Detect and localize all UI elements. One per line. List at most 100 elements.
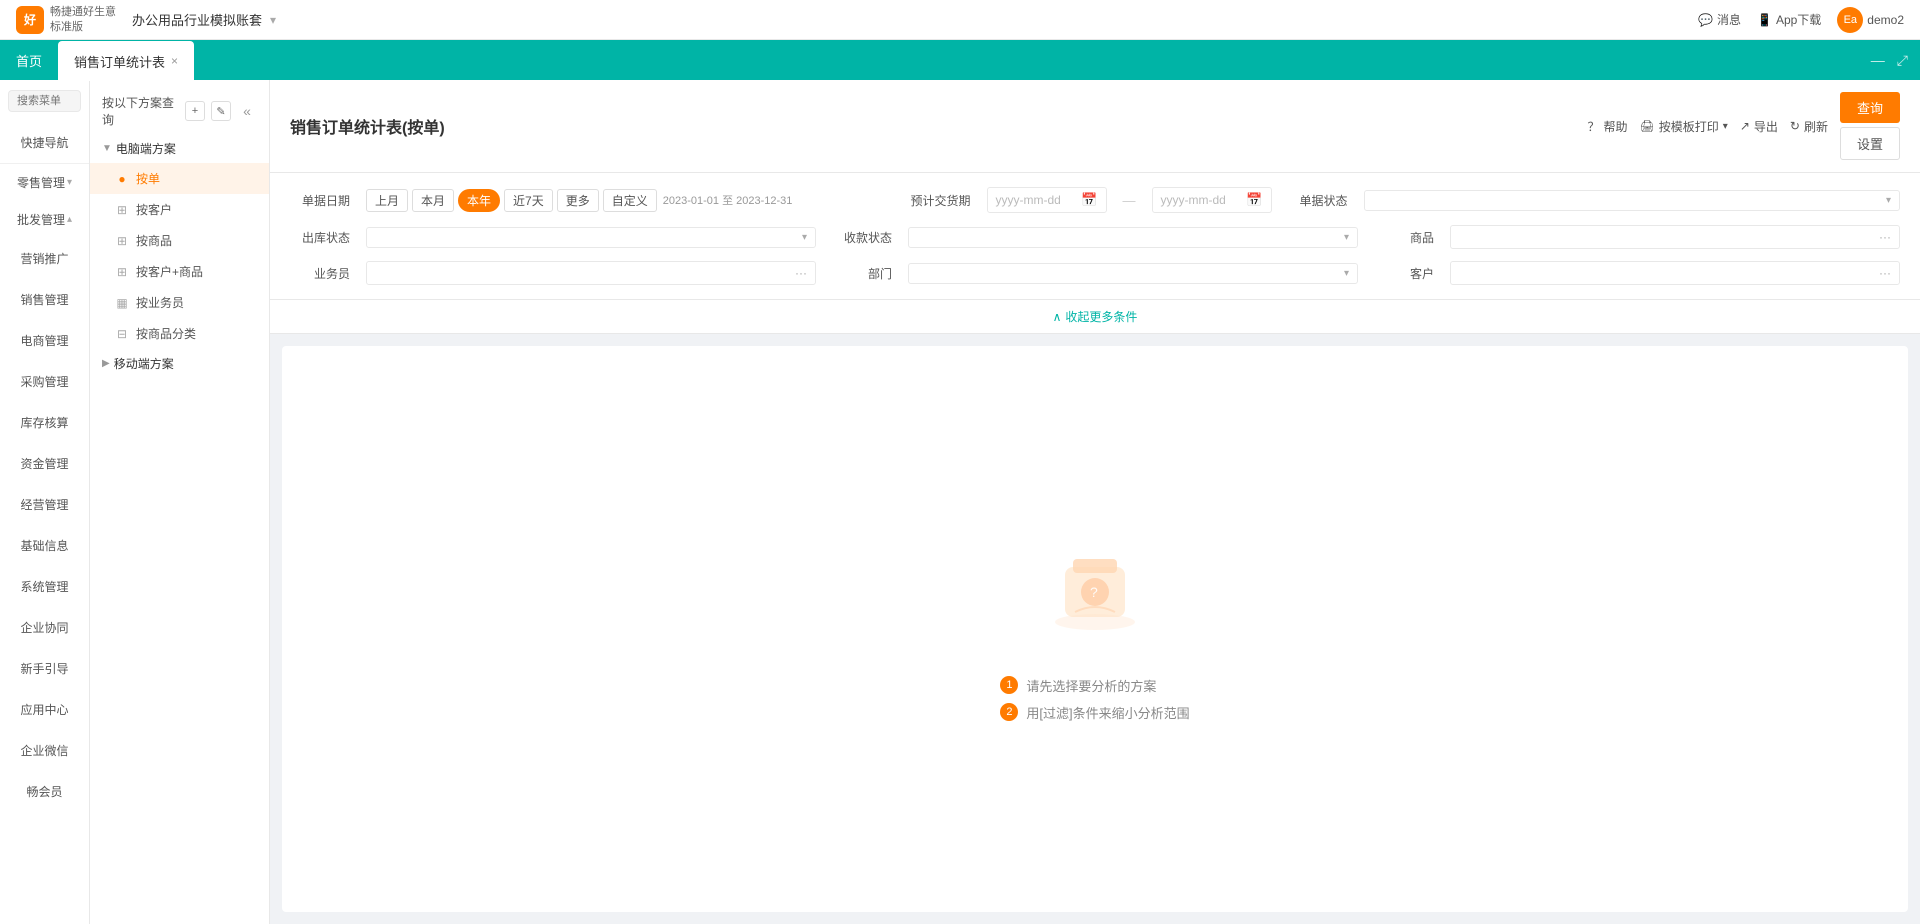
logo-text: 畅捷通好生意 标准版 bbox=[50, 5, 116, 34]
refresh-icon: ↻ bbox=[1790, 119, 1800, 133]
main-layout: 快捷导航 零售管理 ▾ 批发管理 ▴ 营销推广 销售管理 电商管理 采购管理 库… bbox=[0, 80, 1920, 924]
export-button[interactable]: ↗ 导出 bbox=[1740, 118, 1778, 135]
empty-illustration: ? bbox=[1035, 537, 1155, 656]
help-button[interactable]: ？ 帮助 bbox=[1588, 118, 1628, 135]
filter-row-3: 业务员 ··· 部门 ▾ 客户 ··· bbox=[290, 261, 1900, 285]
collapse-arrow-icon: ∧ bbox=[1053, 310, 1062, 324]
template-print-button[interactable]: 🖨 按模板打印 ▾ bbox=[1640, 118, 1728, 135]
goods-more-icon[interactable]: ··· bbox=[1879, 230, 1891, 244]
mobile-scheme-section: ▶ 移动端方案 bbox=[90, 349, 269, 378]
scheme-by-order[interactable]: ● 按单 bbox=[90, 163, 269, 194]
salesman-more-icon[interactable]: ··· bbox=[795, 266, 807, 280]
refresh-button[interactable]: ↻ 刷新 bbox=[1790, 118, 1828, 135]
predicted-date-to[interactable]: yyyy-mm-dd 📅 bbox=[1152, 187, 1272, 213]
by-goods-icon: ⊞ bbox=[114, 233, 130, 249]
tab-window-actions: — ⤢ bbox=[1859, 52, 1920, 69]
hint-num-2: 2 bbox=[1000, 703, 1018, 721]
tab-sales-report[interactable]: 销售订单统计表 × bbox=[58, 41, 194, 81]
date-btn-this-month[interactable]: 本月 bbox=[412, 189, 454, 212]
date-btn-custom[interactable]: 自定义 bbox=[603, 189, 657, 212]
delivery-dropdown-icon: ▾ bbox=[802, 232, 807, 243]
goods-label: 商品 bbox=[1374, 229, 1434, 246]
export-icon: ↗ bbox=[1740, 119, 1750, 133]
pc-section-arrow: ▼ bbox=[102, 143, 112, 154]
empty-hint-2: 2 用[过滤]条件来缩小分析范围 bbox=[1000, 703, 1189, 722]
panel-header-icons: + ✎ « bbox=[185, 101, 257, 121]
tab-minimize-icon[interactable]: — bbox=[1871, 52, 1885, 68]
collapse-bar[interactable]: ∧ 收起更多条件 bbox=[270, 300, 1920, 334]
svg-text:?: ? bbox=[1090, 584, 1098, 600]
tab-maximize-icon[interactable]: ⤢ bbox=[1897, 52, 1908, 69]
sidebar-search bbox=[0, 80, 89, 122]
department-select[interactable]: ▾ bbox=[908, 263, 1358, 284]
customer-more-icon[interactable]: ··· bbox=[1879, 266, 1891, 280]
customer-select[interactable]: ··· bbox=[1450, 261, 1900, 285]
pc-section-label: 电脑端方案 bbox=[116, 140, 176, 157]
tab-home[interactable]: 首页 bbox=[0, 40, 58, 80]
message-button[interactable]: 💬 消息 bbox=[1698, 11, 1741, 28]
collapse-panel-button[interactable]: « bbox=[237, 101, 257, 121]
delivery-status-select[interactable]: ▾ bbox=[366, 227, 816, 248]
app-download-button[interactable]: 📱 App下载 bbox=[1757, 11, 1821, 28]
sidebar-item-basic[interactable]: 基础信息 bbox=[0, 525, 89, 566]
print-icon: 🖨 bbox=[1640, 119, 1655, 133]
scheme-by-customer[interactable]: ⊞ 按客户 bbox=[90, 194, 269, 225]
department-label: 部门 bbox=[832, 265, 892, 282]
sidebar-item-inventory[interactable]: 库存核算 bbox=[0, 402, 89, 443]
scheme-by-salesman[interactable]: ▦ 按业务员 bbox=[90, 287, 269, 318]
sidebar-item-quick-nav[interactable]: 快捷导航 bbox=[0, 122, 89, 163]
date-btn-last-7-days[interactable]: 近7天 bbox=[504, 189, 553, 212]
left-panel: 按以下方案查询 + ✎ « ▼ 电脑端方案 ● 按单 ⊞ 按客户 ⊞ 按商品 bbox=[90, 80, 270, 924]
header-dropdown-icon[interactable]: ▾ bbox=[270, 13, 276, 27]
sidebar-item-enterprise[interactable]: 企业协同 bbox=[0, 607, 89, 648]
date-btn-this-year[interactable]: 本年 bbox=[458, 189, 500, 212]
edit-scheme-button[interactable]: ✎ bbox=[211, 101, 231, 121]
sidebar-item-sales[interactable]: 销售管理 bbox=[0, 279, 89, 320]
help-icon: ？ bbox=[1588, 118, 1600, 135]
empty-state: ? 1 请先选择要分析的方案 2 用[过滤]条件来缩小分析范围 bbox=[282, 346, 1908, 912]
sidebar-item-apps[interactable]: 应用中心 bbox=[0, 689, 89, 730]
top-bar: 好 畅捷通好生意 标准版 办公用品行业模拟账套 ▾ 💬 消息 📱 App下载 E… bbox=[0, 0, 1920, 40]
salesman-select[interactable]: ··· bbox=[366, 261, 816, 285]
add-scheme-button[interactable]: + bbox=[185, 101, 205, 121]
panel-title: 按以下方案查询 bbox=[102, 94, 185, 128]
goods-select[interactable]: ··· bbox=[1450, 225, 1900, 249]
bill-status-label: 单据状态 bbox=[1288, 192, 1348, 209]
sidebar-item-wholesale[interactable]: 批发管理 ▴ bbox=[0, 201, 89, 238]
sidebar-item-operation[interactable]: 经营管理 bbox=[0, 484, 89, 525]
sidebar-item-retail[interactable]: 零售管理 ▾ bbox=[0, 164, 89, 201]
settings-button[interactable]: 设置 bbox=[1840, 127, 1900, 160]
pc-scheme-header[interactable]: ▼ 电脑端方案 bbox=[90, 134, 269, 163]
date-btn-more[interactable]: 更多 bbox=[557, 189, 599, 212]
wholesale-arrow-icon: ▴ bbox=[67, 214, 72, 225]
logo-area: 好 畅捷通好生意 标准版 bbox=[16, 5, 116, 34]
scheme-by-goods[interactable]: ⊞ 按商品 bbox=[90, 225, 269, 256]
date-range-text: 2023-01-01 至 2023-12-31 bbox=[663, 192, 793, 208]
sidebar-item-ecommerce[interactable]: 电商管理 bbox=[0, 320, 89, 361]
calendar-icon-to: 📅 bbox=[1246, 192, 1262, 208]
scheme-by-customer-goods[interactable]: ⊞ 按客户+商品 bbox=[90, 256, 269, 287]
user-menu[interactable]: Ea demo2 bbox=[1837, 7, 1904, 33]
sidebar-item-finance[interactable]: 资金管理 bbox=[0, 443, 89, 484]
search-input[interactable] bbox=[8, 90, 81, 112]
scheme-by-category[interactable]: ⊟ 按商品分类 bbox=[90, 318, 269, 349]
payment-status-select[interactable]: ▾ bbox=[908, 227, 1358, 248]
sidebar-item-purchase[interactable]: 采购管理 bbox=[0, 361, 89, 402]
panel-header: 按以下方案查询 + ✎ « bbox=[90, 88, 269, 134]
query-button[interactable]: 查询 bbox=[1840, 92, 1900, 123]
sidebar-item-wechat[interactable]: 企业微信 bbox=[0, 730, 89, 771]
bill-status-select[interactable]: ▾ bbox=[1364, 190, 1901, 211]
predicted-date-label: 预计交货期 bbox=[901, 192, 971, 209]
predicted-date-from[interactable]: yyyy-mm-dd 📅 bbox=[987, 187, 1107, 213]
by-category-icon: ⊟ bbox=[114, 326, 130, 342]
mobile-scheme-header[interactable]: ▶ 移动端方案 bbox=[90, 349, 269, 378]
sidebar-item-newbie[interactable]: 新手引导 bbox=[0, 648, 89, 689]
tab-close-icon[interactable]: × bbox=[171, 54, 178, 68]
logo-icon: 好 bbox=[16, 6, 44, 34]
sidebar-item-marketing[interactable]: 营销推广 bbox=[0, 238, 89, 279]
nav-tabs: 首页 销售订单统计表 × — ⤢ bbox=[0, 40, 1920, 80]
sidebar-item-member[interactable]: 畅会员 bbox=[0, 771, 89, 812]
page-header-actions: ？ 帮助 🖨 按模板打印 ▾ ↗ 导出 ↻ 刷新 查询 bbox=[1588, 92, 1900, 172]
sidebar-item-system[interactable]: 系统管理 bbox=[0, 566, 89, 607]
date-btn-last-month[interactable]: 上月 bbox=[366, 189, 408, 212]
